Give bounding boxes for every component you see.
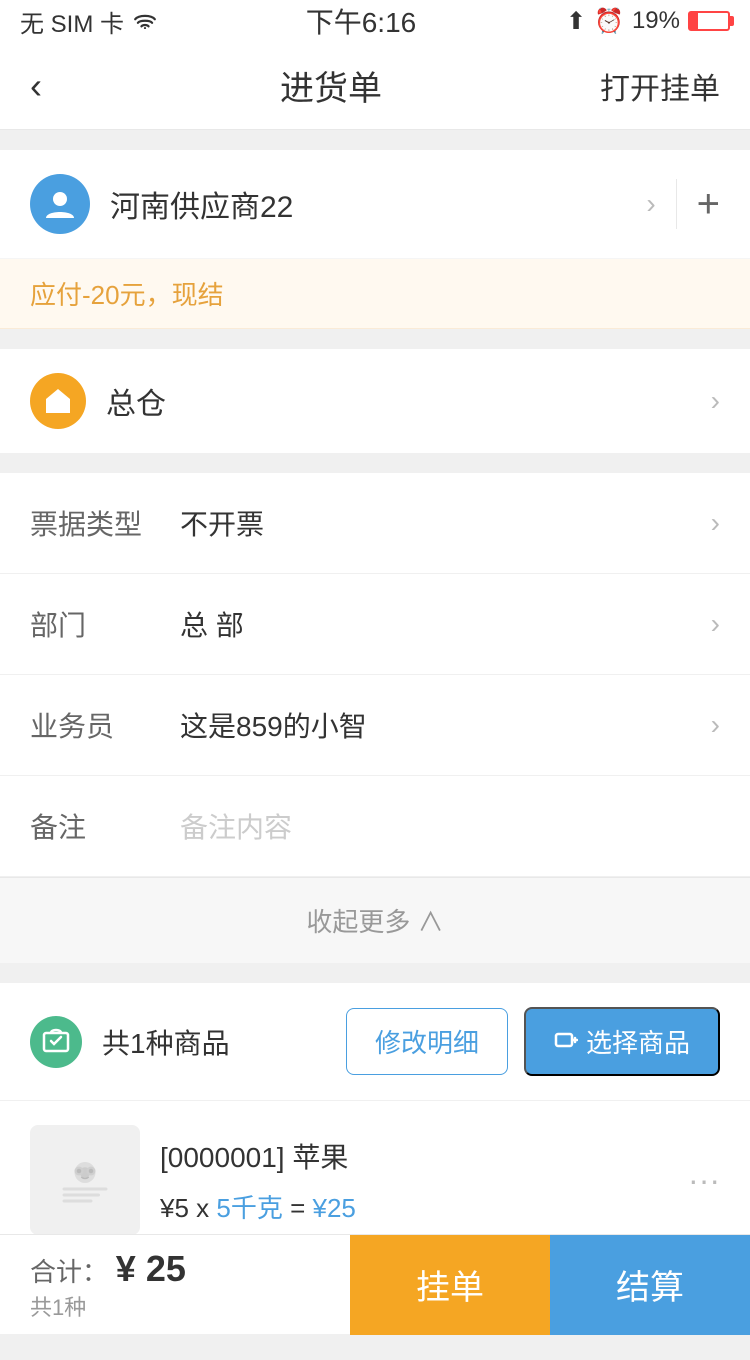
supplier-chevron-icon: › [646,188,655,220]
equals-sign: = [290,1193,312,1223]
select-product-label: 选择商品 [586,1023,690,1060]
page-title: 进货单 [62,61,600,110]
product-more-button[interactable]: ··· [668,1162,720,1199]
back-button[interactable]: ‹ [30,65,62,107]
department-chevron-icon: › [711,608,720,640]
section-divider-3 [0,453,750,473]
warehouse-name: 总仓 [106,379,701,423]
supplier-row[interactable]: 河南供应商22 › + [0,150,750,259]
collapse-more-button[interactable]: 收起更多 ∧ [0,877,750,963]
product-thumb-icon [55,1150,115,1210]
select-product-icon [554,1030,578,1054]
person-icon [42,186,78,222]
open-hang-button[interactable]: 打开挂单 [600,64,720,108]
salesperson-label: 业务员 [30,705,170,745]
form-row-invoice[interactable]: 票据类型 不开票 › [0,473,750,574]
multiply-sign: x [196,1193,216,1223]
total-count: 共1种 [30,1290,320,1322]
edit-detail-button[interactable]: 修改明细 [346,1008,508,1075]
salesperson-value: 这是859的小智 [170,705,701,745]
form-section: 票据类型 不开票 › 部门 总 部 › 业务员 这是859的小智 › 备注 备注… [0,473,750,877]
product-id: [0000001] [160,1142,285,1173]
alarm-icon: ⏰ [594,7,624,36]
unit-price: ¥5 [160,1193,189,1223]
battery-icon [688,11,730,31]
carrier-text: 无 SIM 卡 [20,4,124,39]
battery-percent: 19% [632,7,680,35]
product-info: [0000001] 苹果 ¥5 x 5千克 = ¥25 [160,1136,668,1225]
supplier-name: 河南供应商22 [110,182,636,226]
department-label: 部门 [30,604,170,644]
home-icon [42,385,74,417]
add-button[interactable]: + [697,182,720,227]
checkout-button[interactable]: 结算 [550,1235,750,1335]
supplier-section: 河南供应商22 › + 应付-20元，现结 [0,150,750,329]
vertical-divider [676,179,677,229]
total-label: 合计： [30,1257,108,1287]
supplier-avatar [30,174,90,234]
hang-button[interactable]: 挂单 [350,1235,550,1335]
department-value: 总 部 [170,604,701,644]
wifi-icon [134,13,156,29]
total-section: 合计： ¥ 25 共1种 [0,1248,350,1322]
bottom-bar: 合计： ¥ 25 共1种 挂单 结算 [0,1234,750,1334]
product-title: 苹果 [292,1142,348,1173]
cart-icon [41,1027,71,1057]
invoice-chevron-icon: › [711,507,720,539]
status-right: ⬆ ⏰ 19% [566,7,730,36]
status-left: 无 SIM 卡 [20,4,156,39]
remark-value[interactable]: 备注内容 [170,806,720,846]
section-divider-2 [0,329,750,349]
select-product-button[interactable]: 选择商品 [524,1007,720,1076]
product-name: [0000001] 苹果 [160,1136,668,1176]
form-row-department[interactable]: 部门 总 部 › [0,574,750,675]
warehouse-chevron-icon: › [711,385,720,417]
product-thumbnail [30,1125,140,1235]
products-icon [30,1016,82,1068]
warehouse-row[interactable]: 总仓 › [0,349,750,453]
quantity: 5千克 [216,1193,282,1223]
nav-bar: ‹ 进货单 打开挂单 [0,42,750,130]
total-row: 合计： ¥ 25 [30,1248,320,1290]
form-row-salesperson[interactable]: 业务员 这是859的小智 › [0,675,750,776]
warehouse-icon [30,373,86,429]
invoice-label: 票据类型 [30,503,170,543]
product-price: ¥5 x 5千克 = ¥25 [160,1188,668,1225]
total-price: ¥25 [313,1193,356,1223]
notice-bar: 应付-20元，现结 [0,259,750,329]
status-time: 下午6:16 [306,1,417,41]
total-amount: ¥ 25 [116,1248,186,1289]
warehouse-section: 总仓 › [0,349,750,453]
products-section: 共1种商品 修改明细 选择商品 [0,983,750,1260]
status-bar: 无 SIM 卡 下午6:16 ⬆ ⏰ 19% [0,0,750,42]
location-icon: ⬆ [566,7,586,36]
products-count: 共1种商品 [102,1022,346,1062]
section-divider-1 [0,130,750,150]
salesperson-chevron-icon: › [711,709,720,741]
form-row-remark[interactable]: 备注 备注内容 [0,776,750,877]
invoice-value: 不开票 [170,503,701,543]
products-header: 共1种商品 修改明细 选择商品 [0,983,750,1101]
remark-label: 备注 [30,806,170,846]
